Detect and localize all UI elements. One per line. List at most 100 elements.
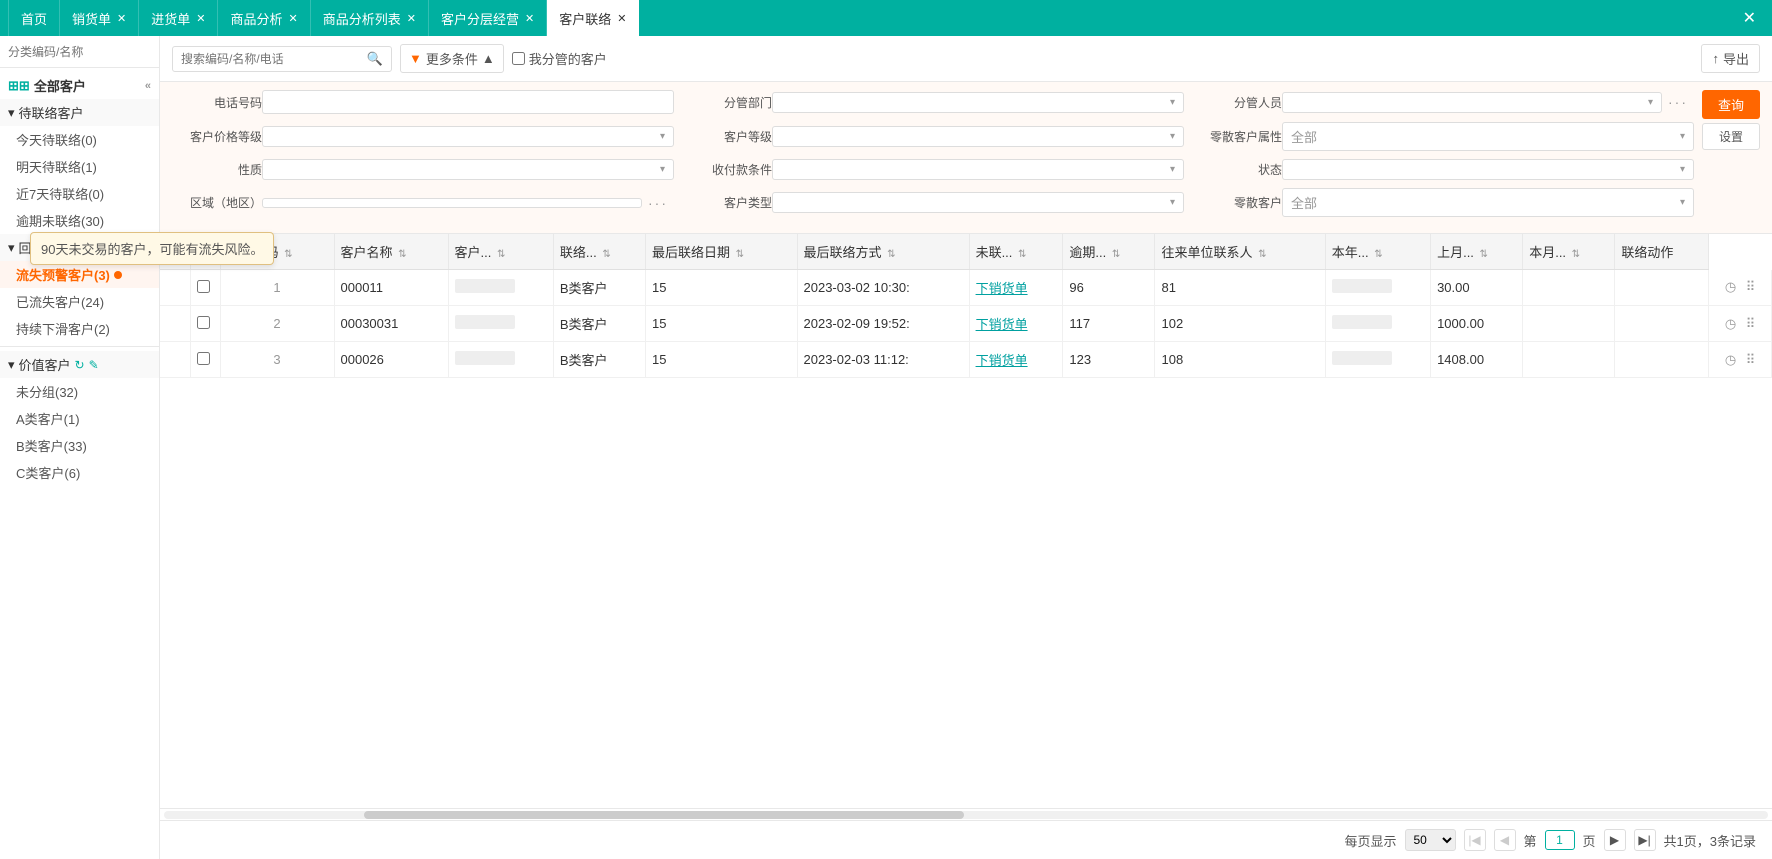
pagination-bar: 每页显示 50 100 200 |◀ ◀ 第 1 页 ▶ ▶| 共1页，3条记录 xyxy=(160,820,1772,859)
uncontact-column-header[interactable]: 未联... ⇅ xyxy=(969,234,1063,270)
all-customers-title[interactable]: ⊞ 全部客户 « xyxy=(0,68,159,99)
action-more-icon[interactable]: ⠿ xyxy=(1746,316,1756,331)
last-page-button[interactable]: ▶| xyxy=(1634,829,1656,851)
filter-icon: ▼ xyxy=(409,51,422,66)
nav-purchase-order[interactable]: 进货单 ✕ xyxy=(139,0,218,36)
nature-select[interactable]: ▾ xyxy=(262,159,674,180)
sidebar-item-class-b[interactable]: B类客户(33) xyxy=(0,432,159,459)
customer-level-select[interactable]: ▾ xyxy=(772,126,1184,147)
row-checkbox-cell xyxy=(190,270,220,306)
last-contact-date-column-header[interactable]: 最后联络日期 ⇅ xyxy=(645,234,797,270)
group-pending-contact[interactable]: ▾ 待联络客户 xyxy=(0,99,159,126)
close-customer-tier-icon[interactable]: ✕ xyxy=(525,12,534,25)
sidebar-item-overdue[interactable]: 逾期未联络(30) xyxy=(0,207,159,234)
total-info: 共1页，3条记录 xyxy=(1664,831,1756,850)
group-value-customers[interactable]: ▾ 价值客户 ↻ ✎ xyxy=(0,351,159,378)
sidebar-item-today[interactable]: 今天待联络(0) xyxy=(0,126,159,153)
nav-product-analysis-list[interactable]: 商品分析列表 ✕ xyxy=(311,0,429,36)
row-settings xyxy=(160,270,190,306)
close-product-analysis-icon[interactable]: ✕ xyxy=(289,12,298,25)
export-button[interactable]: ↑ 导出 xyxy=(1701,44,1760,73)
search-input-container[interactable]: 🔍 xyxy=(172,46,392,72)
type-column-header[interactable]: 客户... ⇅ xyxy=(448,234,553,270)
row-code: 000026 xyxy=(334,342,448,378)
linked-sort-icon: ⇅ xyxy=(1258,249,1266,260)
sidebar-item-class-a[interactable]: A类客户(1) xyxy=(0,405,159,432)
more-conditions-button[interactable]: ▼ 更多条件 ▲ xyxy=(400,44,504,73)
contact-column-header[interactable]: 联络... ⇅ xyxy=(553,234,645,270)
dept-select[interactable]: ▾ xyxy=(772,92,1184,113)
row-name xyxy=(448,342,553,378)
sidebar-item-class-c[interactable]: C类客户(6) xyxy=(0,459,159,486)
horizontal-scrollbar[interactable] xyxy=(160,808,1772,820)
sidebar-item-7days[interactable]: 近7天待联络(0) xyxy=(0,180,159,207)
row-checkbox[interactable] xyxy=(197,316,210,329)
person-select[interactable]: ▾ xyxy=(1282,92,1662,113)
nav-home[interactable]: 首页 xyxy=(8,0,60,36)
nav-customer-contact[interactable]: 客户联络 ✕ xyxy=(547,0,639,36)
action-contact-icon[interactable]: ◷ xyxy=(1725,352,1736,367)
action-contact-icon[interactable]: ◷ xyxy=(1725,316,1736,331)
year-sales-column-header[interactable]: 本年... ⇅ xyxy=(1325,234,1430,270)
settings-button[interactable]: 设置 xyxy=(1702,123,1760,150)
person-more-button[interactable]: ··· xyxy=(1662,92,1694,112)
per-page-select[interactable]: 50 100 200 xyxy=(1405,829,1456,851)
scrollbar-thumb[interactable] xyxy=(364,811,964,819)
row-checkbox[interactable] xyxy=(197,352,210,365)
row-last-contact-way[interactable]: 下销货单 xyxy=(969,342,1063,378)
row-type: B类客户 xyxy=(553,306,645,342)
my-customers-checkbox[interactable] xyxy=(512,52,525,65)
phone-input[interactable] xyxy=(262,90,674,114)
overdue-column-header[interactable]: 逾期... ⇅ xyxy=(1063,234,1155,270)
name-column-header[interactable]: 客户名称 ⇅ xyxy=(334,234,448,270)
nav-product-analysis[interactable]: 商品分析 ✕ xyxy=(218,0,310,36)
region-select[interactable] xyxy=(262,198,642,208)
payment-select[interactable]: ▾ xyxy=(772,159,1184,180)
action-contact-icon[interactable]: ◷ xyxy=(1725,279,1736,294)
row-last-contact-way[interactable]: 下销货单 xyxy=(969,306,1063,342)
linked-person-column-header[interactable]: 往来单位联系人 ⇅ xyxy=(1155,234,1325,270)
this-month-sales-column-header[interactable]: 本月... ⇅ xyxy=(1523,234,1615,270)
close-sales-order-icon[interactable]: ✕ xyxy=(117,12,126,25)
nav-sales-order[interactable]: 销货单 ✕ xyxy=(60,0,139,36)
sidebar-item-churned[interactable]: 已流失客户(24) xyxy=(0,288,159,315)
filter-field-region: 区域（地区） ··· xyxy=(172,193,674,213)
row-checkbox[interactable] xyxy=(197,280,210,293)
region-more-button[interactable]: ··· xyxy=(642,193,674,213)
sidebar-item-tomorrow[interactable]: 明天待联络(1) xyxy=(0,153,159,180)
refresh-icon[interactable]: ↻ xyxy=(75,358,85,372)
sidebar-divider xyxy=(0,346,159,347)
prev-page-button[interactable]: ◀ xyxy=(1494,829,1516,851)
retail-customer-select[interactable]: 全部 ▾ xyxy=(1282,188,1694,217)
action-more-icon[interactable]: ⠿ xyxy=(1746,352,1756,367)
sidebar-item-declining[interactable]: 持续下滑客户(2) xyxy=(0,315,159,342)
next-page-button[interactable]: ▶ xyxy=(1604,829,1626,851)
status-select[interactable]: ▾ xyxy=(1282,159,1694,180)
last-month-sales-column-header[interactable]: 上月... ⇅ xyxy=(1431,234,1523,270)
query-button[interactable]: 查询 xyxy=(1702,90,1760,119)
close-customer-contact-icon[interactable]: ✕ xyxy=(617,12,626,25)
row-linked-person xyxy=(1325,270,1430,306)
close-purchase-order-icon[interactable]: ✕ xyxy=(196,12,205,25)
sidebar-item-churn-warning[interactable]: 流失预警客户(3) xyxy=(0,261,159,288)
edit-icon[interactable]: ✎ xyxy=(89,358,99,372)
my-customers-checkbox-label[interactable]: 我分管的客户 xyxy=(512,49,607,68)
close-all-button[interactable]: ✕ xyxy=(1735,8,1764,28)
customer-type-select[interactable]: ▾ xyxy=(772,192,1184,213)
sidebar-item-unclassified[interactable]: 未分组(32) xyxy=(0,378,159,405)
contact-sort-icon: ⇅ xyxy=(602,249,610,260)
nav-customer-tier[interactable]: 客户分层经营 ✕ xyxy=(429,0,547,36)
row-actions: ◷ ⠿ xyxy=(1709,270,1772,306)
action-more-icon[interactable]: ⠿ xyxy=(1746,279,1756,294)
row-uncontact: 123 xyxy=(1063,342,1155,378)
retail-attr-select[interactable]: 全部 ▾ xyxy=(1282,122,1694,151)
first-page-button[interactable]: |◀ xyxy=(1464,829,1486,851)
search-input[interactable] xyxy=(181,52,367,66)
page-input[interactable]: 1 xyxy=(1545,830,1575,850)
row-last-contact-way[interactable]: 下销货单 xyxy=(969,270,1063,306)
collapse-icon[interactable]: « xyxy=(145,80,151,92)
close-product-analysis-list-icon[interactable]: ✕ xyxy=(407,12,416,25)
last-contact-way-column-header[interactable]: 最后联络方式 ⇅ xyxy=(797,234,969,270)
category-search-input[interactable] xyxy=(8,45,160,59)
price-level-select[interactable]: ▾ xyxy=(262,126,674,147)
